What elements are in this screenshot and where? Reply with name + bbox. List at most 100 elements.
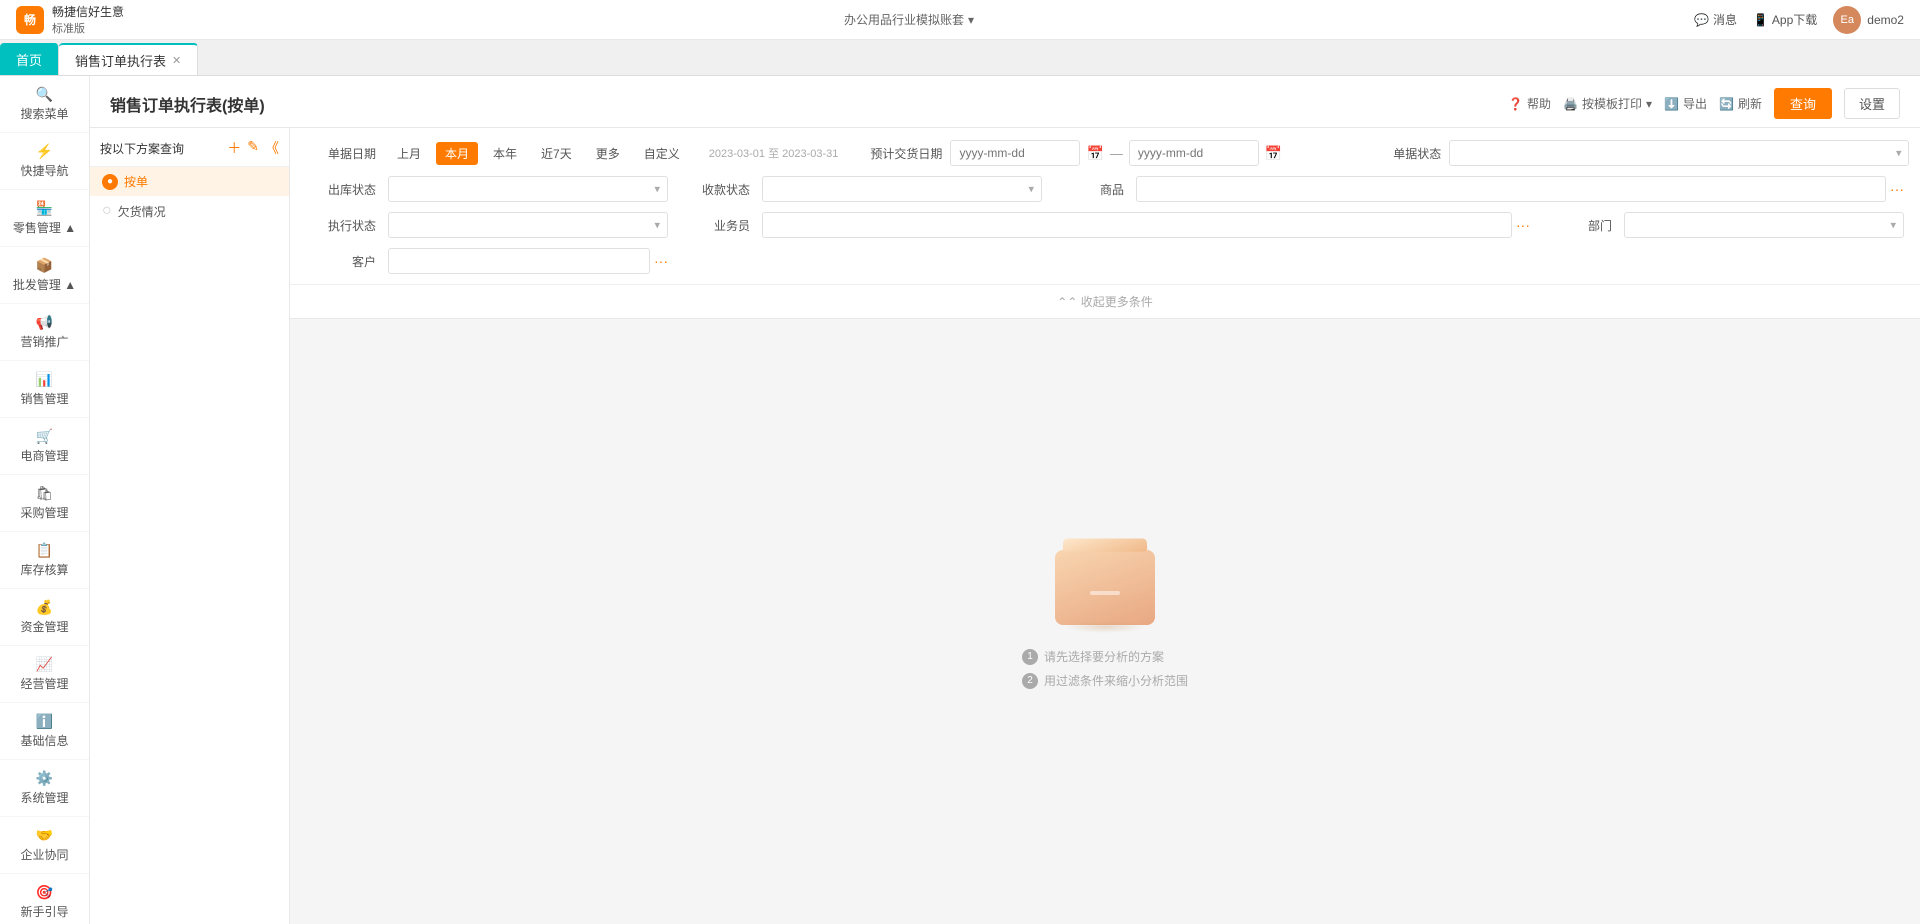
main-container: 🔍 搜索菜单 ⚡ 快捷导航 🏪 零售管理 ▲ 📦 批发管理 ▲ 📢 营销推广 📊… bbox=[0, 76, 1920, 924]
collapse-bar[interactable]: ⌃⌃ 收起更多条件 bbox=[290, 284, 1920, 318]
goods-ellipsis-btn[interactable]: ··· bbox=[1890, 181, 1904, 197]
add-plan-icon[interactable]: ＋ bbox=[227, 138, 241, 158]
expected-date-end[interactable] bbox=[1129, 140, 1259, 166]
sidebar-item-biz-mgmt[interactable]: 📈 经营管理 bbox=[0, 646, 89, 703]
customer-input[interactable] bbox=[388, 248, 650, 274]
filter-row-3: 执行状态 业务员 ··· 部门 bbox=[306, 212, 1904, 238]
sidebar-item-purchase-mgmt[interactable]: 🛍 采购管理 bbox=[0, 475, 89, 532]
content-body: 按以下方案查询 ＋ ✎ 《 ● 按单 ○ 欠货情况 bbox=[90, 128, 1920, 924]
date-tab-last-7[interactable]: 近7天 bbox=[532, 142, 581, 165]
help-btn[interactable]: ❓ 帮助 bbox=[1508, 95, 1551, 112]
template-print-btn[interactable]: 🖨️ 按模板打印 ▾ bbox=[1563, 95, 1652, 112]
tab-bar: 首页 销售订单执行表 ✕ bbox=[0, 40, 1920, 76]
sidebar-item-marketing[interactable]: 📢 营销推广 bbox=[0, 304, 89, 361]
sidebar-item-ecom-mgmt[interactable]: 🛒 电商管理 bbox=[0, 418, 89, 475]
date-tab-last-month[interactable]: 上月 bbox=[388, 142, 430, 165]
tab-sales-exec-label: 销售订单执行表 bbox=[75, 51, 166, 70]
edit-plan-icon[interactable]: ✎ bbox=[247, 138, 259, 158]
tab-home[interactable]: 首页 bbox=[0, 43, 59, 75]
sidebar-item-corp-collab[interactable]: 🤝 企业协同 bbox=[0, 817, 89, 874]
tip-num-2: 2 bbox=[1022, 673, 1038, 689]
empty-state: 1 请先选择要分析的方案 2 用过滤条件来缩小分析范围 bbox=[290, 319, 1920, 924]
goods-input[interactable] bbox=[1136, 176, 1886, 202]
date-tab-this-year[interactable]: 本年 bbox=[484, 142, 526, 165]
wholesale-mgmt-label: 批发管理 bbox=[13, 278, 61, 292]
setting-button[interactable]: 设置 bbox=[1844, 88, 1900, 119]
page-actions: ❓ 帮助 🖨️ 按模板打印 ▾ ⬇️ 导出 🔄 刷新 查询 设置 bbox=[1508, 88, 1900, 119]
empty-box-lid bbox=[1062, 538, 1147, 551]
app-download-icon: 📱 bbox=[1753, 13, 1768, 27]
industry-dropdown-icon: ▾ bbox=[968, 13, 974, 27]
refresh-icon: 🔄 bbox=[1719, 97, 1734, 111]
industry-name: 办公用品行业模拟账套 bbox=[844, 11, 964, 28]
sys-mgmt-label: 系统管理 bbox=[20, 791, 68, 805]
plan-item-by-order[interactable]: ● 按单 bbox=[90, 167, 289, 196]
biz-mgmt-icon: 📈 bbox=[6, 656, 83, 673]
plan-item-arrears[interactable]: ○ 欠货情况 bbox=[90, 196, 289, 226]
sidebar-item-search-menu[interactable]: 🔍 搜索菜单 bbox=[0, 76, 89, 133]
customer-ellipsis-btn[interactable]: ··· bbox=[654, 253, 668, 269]
sidebar-item-sales-mgmt[interactable]: 📊 销售管理 bbox=[0, 361, 89, 418]
sidebar-item-basic-info[interactable]: ℹ️ 基础信息 bbox=[0, 703, 89, 760]
dept-label: 部门 bbox=[1542, 217, 1612, 234]
basic-info-label: 基础信息 bbox=[20, 734, 68, 748]
date-tab-custom[interactable]: 自定义 bbox=[635, 142, 689, 165]
payment-status-label: 收款状态 bbox=[680, 181, 750, 198]
sidebar-item-retail-mgmt[interactable]: 🏪 零售管理 ▲ bbox=[0, 190, 89, 247]
status-select[interactable] bbox=[1449, 140, 1909, 166]
sidebar-item-quick-nav[interactable]: ⚡ 快捷导航 bbox=[0, 133, 89, 190]
exec-status-select[interactable] bbox=[388, 212, 668, 238]
export-btn[interactable]: ⬇️ 导出 bbox=[1664, 95, 1707, 112]
refresh-label: 刷新 bbox=[1738, 95, 1762, 112]
salesperson-input[interactable] bbox=[762, 212, 1512, 238]
salesperson-label: 业务员 bbox=[680, 217, 750, 234]
plan-badge-by-order: ● bbox=[102, 174, 118, 190]
expected-date-start[interactable] bbox=[950, 140, 1080, 166]
industry-selector[interactable]: 办公用品行业模拟账套 ▾ bbox=[844, 11, 974, 28]
query-button[interactable]: 查询 bbox=[1774, 88, 1832, 119]
app-download-btn[interactable]: 📱 App下载 bbox=[1753, 11, 1817, 28]
user-menu[interactable]: Ea demo2 bbox=[1833, 6, 1904, 34]
message-btn[interactable]: 💬 消息 bbox=[1694, 11, 1737, 28]
salesperson-ellipsis-btn[interactable]: ··· bbox=[1516, 217, 1530, 233]
top-header: 畅 畅捷信好生意 标准版 办公用品行业模拟账套 ▾ 💬 消息 📱 App下载 E… bbox=[0, 0, 1920, 40]
help-icon: ❓ bbox=[1508, 97, 1523, 111]
refresh-btn[interactable]: 🔄 刷新 bbox=[1719, 95, 1762, 112]
avatar: Ea bbox=[1833, 6, 1861, 34]
sales-mgmt-label: 销售管理 bbox=[20, 392, 68, 406]
user-name: demo2 bbox=[1867, 13, 1904, 27]
header-left: 畅 畅捷信好生意 标准版 bbox=[16, 3, 124, 36]
date-tab-this-month[interactable]: 本月 bbox=[436, 142, 478, 165]
header-right: 💬 消息 📱 App下载 Ea demo2 bbox=[1694, 6, 1904, 34]
collapse-label: 收起更多条件 bbox=[1081, 295, 1153, 309]
corp-collab-icon: 🤝 bbox=[6, 827, 83, 844]
left-panel-header: 按以下方案查询 ＋ ✎ 《 bbox=[90, 138, 289, 167]
corp-collab-label: 企业协同 bbox=[20, 848, 68, 862]
payment-status-wrapper bbox=[762, 176, 1042, 202]
collapse-panel-icon[interactable]: 《 bbox=[265, 138, 279, 158]
date-end-icon[interactable]: 📅 bbox=[1265, 145, 1282, 162]
sidebar-item-finance-mgmt[interactable]: 💰 资金管理 bbox=[0, 589, 89, 646]
sidebar-item-sys-mgmt[interactable]: ⚙️ 系统管理 bbox=[0, 760, 89, 817]
tab-close-icon[interactable]: ✕ bbox=[172, 54, 181, 67]
ecom-mgmt-label: 电商管理 bbox=[20, 449, 68, 463]
sidebar-item-newbie[interactable]: 🎯 新手引导 bbox=[0, 874, 89, 924]
payment-status-select[interactable] bbox=[762, 176, 1042, 202]
date-range-hint: 2023-03-01 至 2023-03-31 bbox=[709, 145, 839, 161]
message-icon: 💬 bbox=[1694, 13, 1709, 27]
delivery-status-select[interactable] bbox=[388, 176, 668, 202]
dept-select[interactable] bbox=[1624, 212, 1904, 238]
customer-label: 客户 bbox=[306, 253, 376, 270]
sidebar-item-wholesale-mgmt[interactable]: 📦 批发管理 ▲ bbox=[0, 247, 89, 304]
date-start-icon[interactable]: 📅 bbox=[1086, 145, 1103, 162]
filter-row-1: 单据日期 上月 本月 本年 bbox=[306, 140, 1904, 166]
plan-item-by-order-label: 按单 bbox=[124, 173, 148, 190]
tab-sales-exec[interactable]: 销售订单执行表 ✕ bbox=[59, 43, 198, 75]
filter-section: 单据日期 上月 本月 本年 bbox=[290, 128, 1920, 319]
date-tab-more[interactable]: 更多 bbox=[587, 142, 629, 165]
retail-mgmt-icon: 🏪 bbox=[6, 200, 83, 217]
template-print-dropdown-icon: ▾ bbox=[1646, 97, 1652, 111]
empty-box-shadow bbox=[1065, 621, 1145, 633]
inventory-icon: 📋 bbox=[6, 542, 83, 559]
sidebar-item-inventory[interactable]: 📋 库存核算 bbox=[0, 532, 89, 589]
